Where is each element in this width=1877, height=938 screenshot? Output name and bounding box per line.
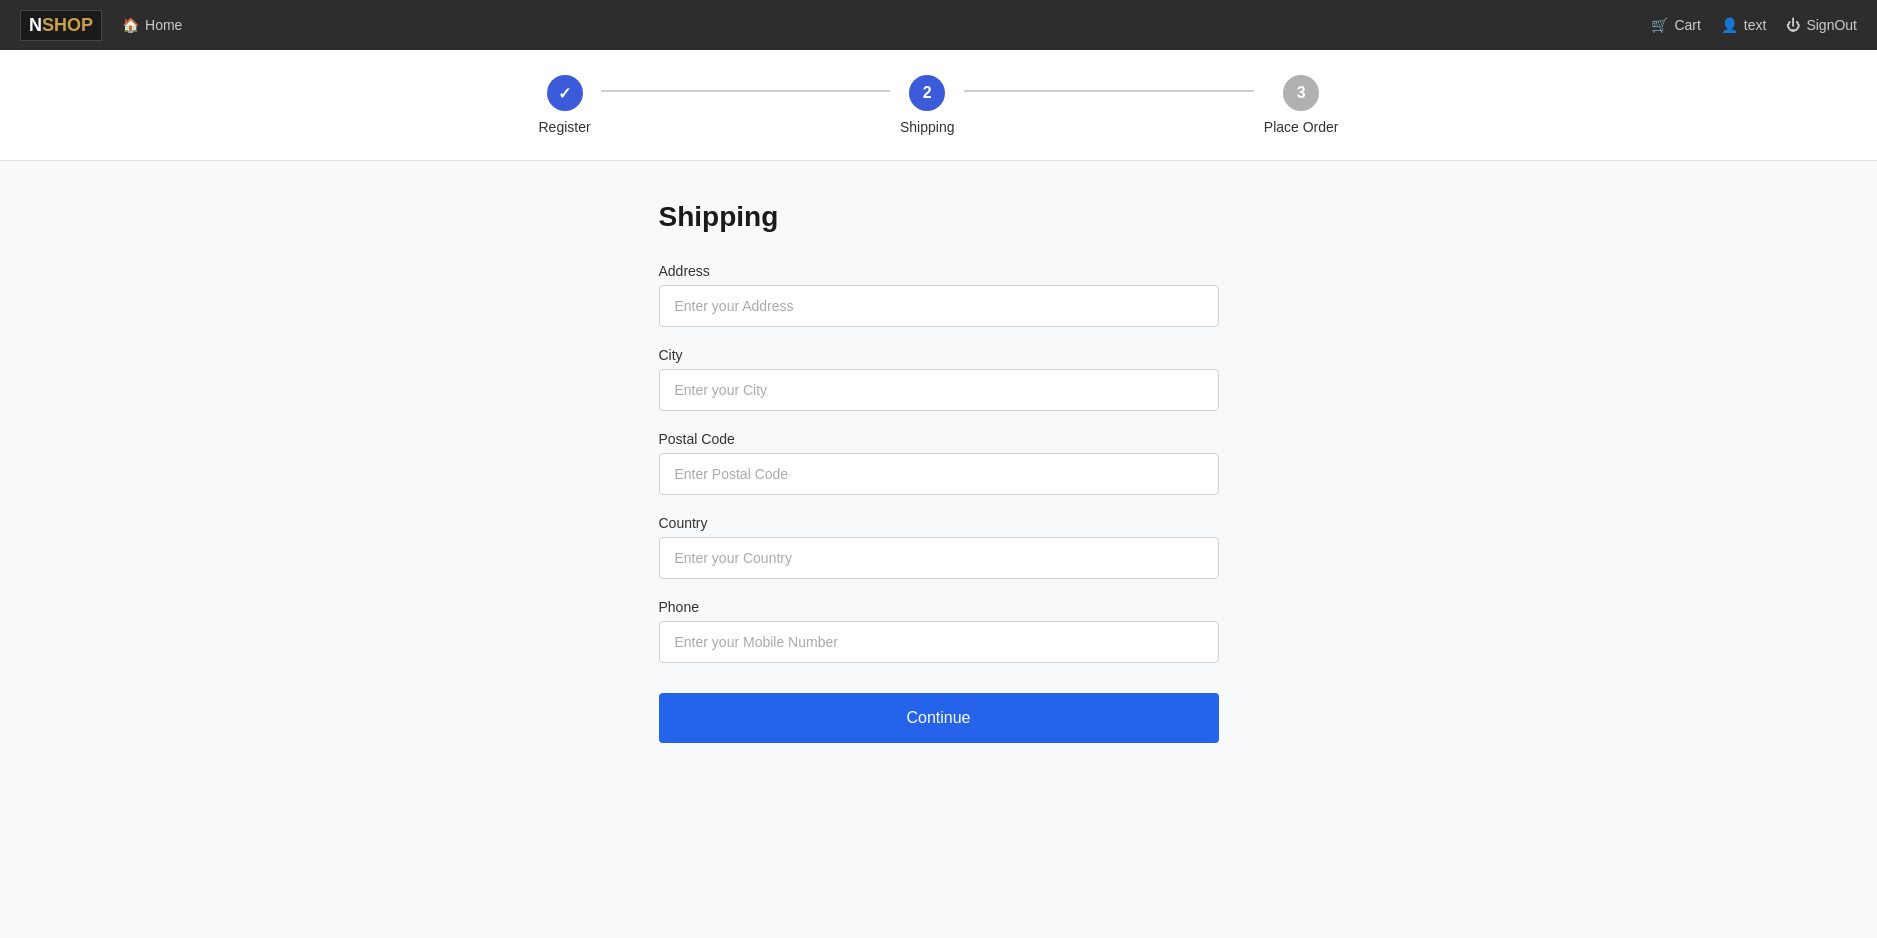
- city-group: City: [659, 347, 1219, 411]
- cart-label: Cart: [1674, 17, 1700, 33]
- step-connector-2: [964, 90, 1253, 92]
- user-icon: [1721, 17, 1738, 33]
- signout-label: SignOut: [1806, 17, 1857, 33]
- user-nav-item[interactable]: text: [1721, 17, 1767, 33]
- step-place-order-label: Place Order: [1264, 119, 1339, 135]
- postal-code-input[interactable]: [659, 453, 1219, 495]
- logo-shop: SHoP: [42, 15, 93, 36]
- logo-n: N: [29, 15, 42, 36]
- country-input[interactable]: [659, 537, 1219, 579]
- stepper: Register 2 Shipping 3 Place Order: [539, 75, 1339, 135]
- phone-group: Phone: [659, 599, 1219, 663]
- stepper-container: Register 2 Shipping 3 Place Order: [0, 50, 1877, 161]
- home-nav-item[interactable]: Home: [122, 17, 182, 33]
- user-label: text: [1744, 17, 1767, 33]
- form-title: Shipping: [659, 201, 1219, 233]
- step-place-order: 3 Place Order: [1264, 75, 1339, 135]
- step-register: Register: [539, 75, 591, 135]
- step-shipping-circle: 2: [909, 75, 945, 111]
- continue-button[interactable]: Continue: [659, 693, 1219, 743]
- home-icon: [122, 17, 139, 33]
- power-icon: [1786, 17, 1800, 33]
- step-place-order-circle: 3: [1283, 75, 1319, 111]
- city-input[interactable]: [659, 369, 1219, 411]
- postal-code-group: Postal Code: [659, 431, 1219, 495]
- step-connector-1: [601, 90, 890, 92]
- step-place-order-number: 3: [1297, 84, 1306, 102]
- step-register-label: Register: [539, 119, 591, 135]
- step-shipping-number: 2: [923, 84, 932, 102]
- signout-nav-item[interactable]: SignOut: [1786, 17, 1857, 33]
- check-icon: [558, 84, 571, 103]
- cart-icon: [1651, 17, 1668, 33]
- address-label: Address: [659, 263, 1219, 279]
- step-register-circle: [547, 75, 583, 111]
- city-label: City: [659, 347, 1219, 363]
- address-input[interactable]: [659, 285, 1219, 327]
- step-shipping-label: Shipping: [900, 119, 955, 135]
- postal-code-label: Postal Code: [659, 431, 1219, 447]
- navbar-right: Cart text SignOut: [1651, 17, 1857, 33]
- country-label: Country: [659, 515, 1219, 531]
- home-label: Home: [145, 17, 182, 33]
- cart-nav-item[interactable]: Cart: [1651, 17, 1700, 33]
- navbar-left: N SHoP Home: [20, 10, 182, 41]
- country-group: Country: [659, 515, 1219, 579]
- content-wrapper: Register 2 Shipping 3 Place Order Shippi…: [0, 50, 1877, 938]
- navbar: N SHoP Home Cart text SignOut: [0, 0, 1877, 50]
- phone-input[interactable]: [659, 621, 1219, 663]
- phone-label: Phone: [659, 599, 1219, 615]
- shipping-form-container: Shipping Address City Postal Code Countr…: [639, 201, 1239, 743]
- step-shipping: 2 Shipping: [900, 75, 955, 135]
- address-group: Address: [659, 263, 1219, 327]
- logo: N SHoP: [20, 10, 102, 41]
